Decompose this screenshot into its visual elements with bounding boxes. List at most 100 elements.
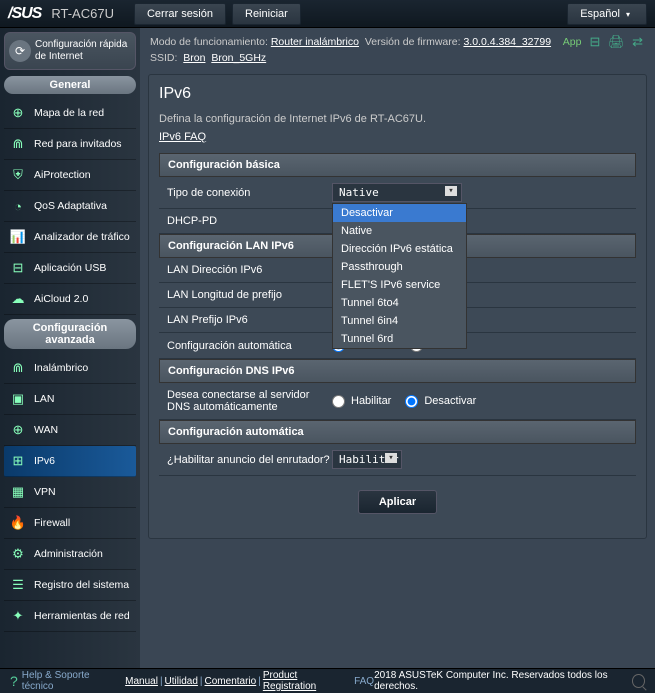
dropdown-option[interactable]: Dirección IPv6 estática [333, 240, 466, 258]
ssid-link[interactable]: Bron [183, 52, 205, 64]
row-router-advert: ¿Habilitar anuncio del enrutador? Habili… [159, 444, 636, 476]
sidebar-item-traffic[interactable]: 📊 Analizador de tráfico [4, 222, 136, 253]
cloud-icon: ☁ [8, 290, 28, 308]
sidebar-item-label: IPv6 [34, 455, 55, 467]
dropdown-option[interactable]: Passthrough [333, 258, 466, 276]
top-header: /SUS RT-AC67U Cerrar sesión Reiniciar Es… [0, 0, 655, 28]
dropdown-option[interactable]: Tunnel 6to4 [333, 294, 466, 312]
footer: ? Help & Soporte técnico Manual | Utilid… [0, 668, 655, 693]
field-label: Configuración automática [167, 340, 332, 352]
sidebar-item-aiprotection[interactable]: ⛨AiProtection [4, 160, 136, 191]
sidebar-item-admin[interactable]: ⚙Administración [4, 539, 136, 570]
sidebar-section-advanced: Configuración avanzada [4, 319, 136, 349]
connection-type-select[interactable]: Native [332, 183, 462, 202]
sidebar-item-ipv6[interactable]: ⊞ IPv6 [4, 446, 136, 477]
info-bar: Modo de funcionamiento: Router inalámbri… [140, 28, 655, 70]
sidebar-item-guest-network[interactable]: ⋒ Red para invitados [4, 129, 136, 160]
dropdown-option[interactable]: Tunnel 6rd [333, 330, 466, 348]
sidebar-item-label: Red para invitados [34, 138, 122, 150]
sidebar-item-qos[interactable]: ◔ QoS Adaptativa [4, 191, 136, 222]
sidebar-item-label: WAN [34, 424, 58, 436]
sidebar-item-wan[interactable]: ⊕WAN [4, 415, 136, 446]
sidebar-item-lan[interactable]: ▣ LAN [4, 384, 136, 415]
ssid-link[interactable]: Bron_5GHz [211, 52, 266, 64]
sidebar-item-label: VPN [34, 486, 56, 498]
apply-button[interactable]: Aplicar [358, 490, 437, 514]
sidebar-item-label: Mapa de la red [34, 107, 104, 119]
faq-label[interactable]: FAQ [354, 676, 374, 687]
field-label: DHCP-PD [167, 215, 332, 227]
status-icons: ⊟ 🖨 ⇄ [589, 34, 645, 50]
model-name: RT-AC67U [51, 6, 114, 21]
sidebar-item-usb[interactable]: ⊟ Aplicación USB [4, 253, 136, 284]
sidebar-item-label: Aplicación USB [34, 262, 106, 274]
connection-type-dropdown: Desactivar Native Dirección IPv6 estátic… [332, 203, 467, 349]
sidebar-item-label: LAN [34, 393, 54, 405]
chart-icon: 📊 [8, 228, 28, 246]
dropdown-option[interactable]: Native [333, 222, 466, 240]
brand-logo: /SUS [8, 5, 41, 23]
sidebar-item-syslog[interactable]: ☰Registro del sistema [4, 570, 136, 601]
sidebar-item-wireless[interactable]: ⋒ Inalámbrico [4, 353, 136, 384]
row-connection-type: Tipo de conexión Native Desactivar Nativ… [159, 177, 636, 209]
radio-label: Habilitar [351, 395, 391, 407]
ssid-label: SSID: [150, 52, 177, 64]
ipv6-icon: ⊞ [8, 452, 28, 470]
feedback-link[interactable]: Comentario [205, 676, 257, 687]
dropdown-option[interactable]: FLET'S IPv6 service [333, 276, 466, 294]
section-basic: Configuración básica [159, 153, 636, 177]
sidebar-item-tools[interactable]: ✦ Herramientas de red [4, 601, 136, 632]
fw-link[interactable]: 3.0.0.4.384_32799 [463, 36, 551, 48]
app-link[interactable]: App [563, 36, 582, 48]
lan-icon: ▣ [8, 390, 28, 408]
search-icon[interactable] [632, 674, 645, 688]
registration-link[interactable]: Product Registration [263, 670, 344, 692]
content-area: Modo de funcionamiento: Router inalámbri… [140, 28, 655, 668]
guest-icon: ⋒ [8, 135, 28, 153]
radio-enable[interactable] [332, 395, 345, 408]
usb-icon: ⊟ [8, 259, 28, 277]
router-advert-select[interactable]: Habilitar [332, 450, 402, 469]
sidebar-item-label: QoS Adaptativa [34, 200, 107, 212]
mode-label: Modo de funcionamiento: [150, 36, 268, 48]
faq-link[interactable]: IPv6 FAQ [159, 131, 206, 143]
wifi-icon: ⋒ [8, 359, 28, 377]
field-label: Desea conectarse al servidor DNS automát… [167, 389, 332, 413]
logout-button[interactable]: Cerrar sesión [134, 3, 226, 25]
field-label: LAN Dirección IPv6 [167, 264, 332, 276]
dropdown-option[interactable]: Desactivar [333, 204, 466, 222]
field-label: ¿Habilitar anuncio del enrutador? [167, 454, 332, 466]
page-title: IPv6 [159, 85, 636, 103]
field-label: Tipo de conexión [167, 187, 332, 199]
fw-label: Versión de firmware: [365, 36, 461, 48]
mode-link[interactable]: Router inalámbrico [271, 36, 359, 48]
row-dns-auto: Desea conectarse al servidor DNS automát… [159, 383, 636, 420]
sidebar-section-general: General [4, 76, 136, 94]
sidebar-item-label: Inalámbrico [34, 362, 88, 374]
radio-disable[interactable] [405, 395, 418, 408]
help-label: Help & Soporte técnico [22, 670, 113, 692]
field-label: LAN Longitud de prefijo [167, 289, 332, 301]
sidebar-quick-setup[interactable]: ⟳ Configuración rápida de Internet [4, 32, 136, 70]
tools-icon: ✦ [8, 607, 28, 625]
language-selector[interactable]: Español [567, 3, 647, 25]
reboot-button[interactable]: Reiniciar [232, 3, 301, 25]
field-label: LAN Prefijo IPv6 [167, 314, 332, 326]
sidebar-item-firewall[interactable]: 🔥 Firewall [4, 508, 136, 539]
sidebar-item-label: Configuración rápida de Internet [35, 39, 131, 63]
manual-link[interactable]: Manual [125, 676, 158, 687]
sidebar-item-label: Firewall [34, 517, 70, 529]
sidebar-item-label: Analizador de tráfico [34, 231, 130, 243]
sidebar-item-label: Herramientas de red [34, 610, 130, 622]
ipv6-panel: IPv6 Defina la configuración de Internet… [148, 74, 647, 539]
sidebar-item-aicloud[interactable]: ☁AiCloud 2.0 [4, 284, 136, 315]
sidebar-item-network-map[interactable]: ⊕Mapa de la red [4, 98, 136, 129]
gear-icon: ⚙ [8, 545, 28, 563]
section-auto: Configuración automática [159, 420, 636, 444]
utility-link[interactable]: Utilidad [165, 676, 198, 687]
fire-icon: 🔥 [8, 514, 28, 532]
gauge-icon: ◔ [8, 197, 28, 215]
sidebar-item-vpn[interactable]: ▦ VPN [4, 477, 136, 508]
dropdown-option[interactable]: Tunnel 6in4 [333, 312, 466, 330]
vpn-icon: ▦ [8, 483, 28, 501]
